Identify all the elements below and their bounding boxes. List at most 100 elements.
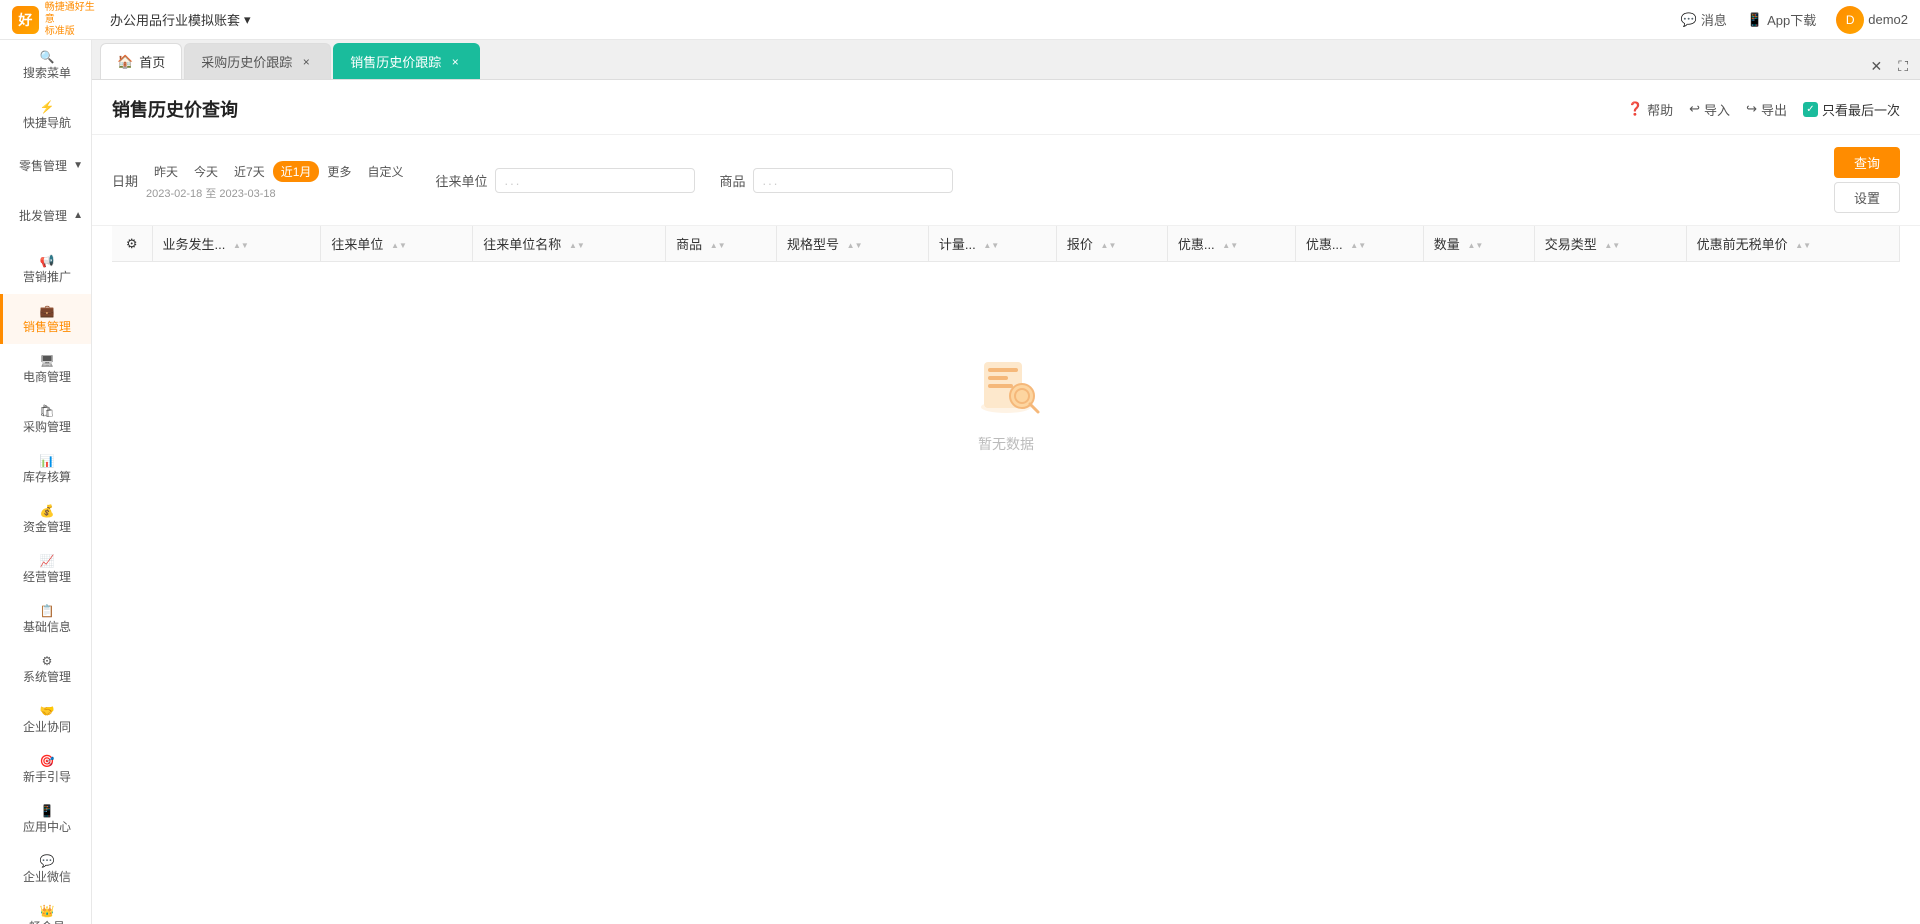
page-header: 销售历史价查询 ❓ 帮助 ↩ 导入 ↪ 导出 ✓	[92, 80, 1920, 135]
sales-icon: 💼	[40, 304, 55, 318]
sort-icon: ▲▼	[1222, 241, 1238, 250]
date-more[interactable]: 更多	[319, 160, 359, 183]
th-quantity[interactable]: 数量 ▲▼	[1423, 226, 1534, 262]
tab-purchase-history[interactable]: 采购历史价跟踪 ×	[184, 43, 331, 79]
logo-text: 畅捷通好生意 标准版	[45, 2, 102, 38]
page-title: 销售历史价查询	[112, 96, 1627, 122]
avatar: D	[1836, 6, 1864, 34]
sidebar-item-wechat[interactable]: 💬 企业微信	[0, 844, 91, 894]
content-area: 🏠 首页 采购历史价跟踪 × 销售历史价跟踪 × ✕ ⛶ 销售历史价查询	[92, 40, 1920, 924]
user-menu[interactable]: D demo2	[1836, 6, 1908, 34]
sidebar-item-search[interactable]: 🔍 搜索菜单	[0, 40, 91, 90]
sidebar-item-wholesale[interactable]: 批发管理 ▲	[0, 190, 91, 240]
goods-input[interactable]: ...	[753, 168, 953, 193]
tab-sales-history[interactable]: 销售历史价跟踪 ×	[333, 43, 480, 79]
only-last-checkbox[interactable]: ✓ 只看最后一次	[1803, 100, 1900, 119]
partner-filter-group: 往来单位 ...	[435, 168, 695, 193]
th-price[interactable]: 报价 ▲▼	[1056, 226, 1167, 262]
partner-input[interactable]: ...	[495, 168, 695, 193]
th-partner-name[interactable]: 往来单位名称 ▲▼	[473, 226, 666, 262]
sidebar-item-inventory[interactable]: 📊 库存核算	[0, 444, 91, 494]
date-filter-group: 日期 昨天 今天 近7天 近1月 更多 自定义 2023-02-18 至 202…	[112, 160, 411, 201]
sort-icon: ▲▼	[391, 241, 407, 250]
sidebar-item-newbie[interactable]: 🎯 新手引导	[0, 744, 91, 794]
logo: 好 畅捷通好生意 标准版	[12, 2, 102, 38]
table-header: ⚙ 业务发生... ▲▼ 往来单位 ▲▼ 往来单位名称 ▲	[112, 226, 1900, 262]
th-settings[interactable]: ⚙	[112, 226, 152, 262]
sidebar-item-marketing[interactable]: 📢 营销推广	[0, 244, 91, 294]
sidebar-item-retail[interactable]: 零售管理 ▼	[0, 140, 91, 190]
date-7days[interactable]: 近7天	[226, 160, 273, 183]
newbie-icon: 🎯	[40, 754, 55, 768]
date-today[interactable]: 今天	[186, 160, 226, 183]
date-custom[interactable]: 自定义	[359, 160, 411, 183]
app-download-button[interactable]: 📱 App下载	[1747, 10, 1816, 29]
sort-icon: ▲▼	[710, 241, 726, 250]
sort-icon: ▲▼	[1350, 241, 1366, 250]
table-container: ⚙ 业务发生... ▲▼ 往来单位 ▲▼ 往来单位名称 ▲	[92, 226, 1920, 534]
sort-icon: ▲▼	[1604, 241, 1620, 250]
finance-icon: 💰	[40, 504, 55, 518]
sidebar-item-appstore[interactable]: 📱 应用中心	[0, 794, 91, 844]
date-yesterday[interactable]: 昨天	[146, 160, 186, 183]
wechat-icon: 💬	[40, 854, 55, 868]
settings-button[interactable]: 设置	[1834, 182, 1900, 213]
tab-bar: 🏠 首页 采购历史价跟踪 × 销售历史价跟踪 × ✕ ⛶	[92, 40, 1920, 80]
sidebar-item-member[interactable]: 👑 畅会员	[0, 894, 91, 924]
close-window-icon[interactable]: ✕	[1866, 54, 1886, 79]
sidebar-item-sales[interactable]: 💼 销售管理	[0, 294, 91, 344]
chevron-down-icon: ▾	[244, 12, 251, 28]
inventory-icon: 📊	[40, 454, 55, 468]
help-button[interactable]: ❓ 帮助	[1627, 100, 1673, 119]
basic-icon: 📋	[40, 604, 55, 618]
th-goods[interactable]: 商品 ▲▼	[666, 226, 777, 262]
date-filter-wrapper: 昨天 今天 近7天 近1月 更多 自定义 2023-02-18 至 2023-0…	[146, 160, 411, 201]
th-partner-code[interactable]: 往来单位 ▲▼	[321, 226, 473, 262]
date-1month[interactable]: 近1月	[273, 161, 320, 182]
sidebar-item-basic[interactable]: 📋 基础信息	[0, 594, 91, 644]
sidebar-item-finance[interactable]: 💰 资金管理	[0, 494, 91, 544]
sort-icon: ▲▼	[1101, 241, 1117, 250]
page-header-actions: ❓ 帮助 ↩ 导入 ↪ 导出 ✓ 只看最后一次	[1627, 100, 1900, 119]
maximize-icon[interactable]: ⛶	[1894, 54, 1912, 79]
page-content: 销售历史价查询 ❓ 帮助 ↩ 导入 ↪ 导出 ✓	[92, 80, 1920, 924]
th-discount1[interactable]: 优惠... ▲▼	[1167, 226, 1295, 262]
import-button[interactable]: ↩ 导入	[1689, 100, 1730, 119]
sidebar-item-enterprise[interactable]: 🤝 企业协同	[0, 694, 91, 744]
table-header-row: ⚙ 业务发生... ▲▼ 往来单位 ▲▼ 往来单位名称 ▲	[112, 226, 1900, 262]
chevron-down-icon: ▼	[73, 160, 83, 171]
date-buttons: 昨天 今天 近7天 近1月 更多 自定义	[146, 160, 411, 183]
import-icon: ↩	[1689, 101, 1700, 117]
th-trade-type[interactable]: 交易类型 ▲▼	[1534, 226, 1686, 262]
ecommerce-icon: 🖥	[39, 354, 54, 368]
filter-actions: 查询 设置	[1834, 147, 1900, 213]
sort-icon: ▲▼	[569, 241, 585, 250]
tab-close-sales[interactable]: ×	[447, 54, 463, 70]
th-pretax-price[interactable]: 优惠前无税单价 ▲▼	[1686, 226, 1899, 262]
sidebar-item-ecommerce[interactable]: 🖥 电商管理	[0, 344, 91, 394]
sort-icon: ▲▼	[983, 241, 999, 250]
filter-row: 日期 昨天 今天 近7天 近1月 更多 自定义 2023-02-18 至 202…	[92, 135, 1920, 226]
th-unit[interactable]: 计量... ▲▼	[928, 226, 1056, 262]
query-button[interactable]: 查询	[1834, 147, 1900, 178]
account-dropdown[interactable]: 办公用品行业模拟账套 ▾	[102, 6, 259, 33]
export-button[interactable]: ↪ 导出	[1746, 100, 1787, 119]
home-icon: 🏠	[117, 54, 133, 70]
tab-close-purchase[interactable]: ×	[298, 54, 314, 70]
search-icon: 🔍	[40, 50, 55, 64]
empty-text: 暂无数据	[978, 434, 1034, 454]
shortcut-icon: ⚡	[40, 100, 55, 114]
th-biz-date[interactable]: 业务发生... ▲▼	[152, 226, 321, 262]
date-range-text: 2023-02-18 至 2023-03-18	[146, 185, 411, 201]
sidebar-item-system[interactable]: ⚙ 系统管理	[0, 644, 91, 694]
th-spec[interactable]: 规格型号 ▲▼	[777, 226, 929, 262]
sidebar-item-shortcut[interactable]: ⚡ 快捷导航	[0, 90, 91, 140]
empty-state: 暂无数据	[112, 262, 1900, 534]
checkbox-icon: ✓	[1803, 102, 1818, 117]
message-button[interactable]: 💬 消息	[1681, 10, 1727, 29]
th-discount2[interactable]: 优惠... ▲▼	[1295, 226, 1423, 262]
sort-icon: ▲▼	[1467, 241, 1483, 250]
sidebar-item-operations[interactable]: 📈 经营管理	[0, 544, 91, 594]
sidebar-item-purchase[interactable]: 🛍 采购管理	[0, 394, 91, 444]
tab-home[interactable]: 🏠 首页	[100, 43, 182, 79]
